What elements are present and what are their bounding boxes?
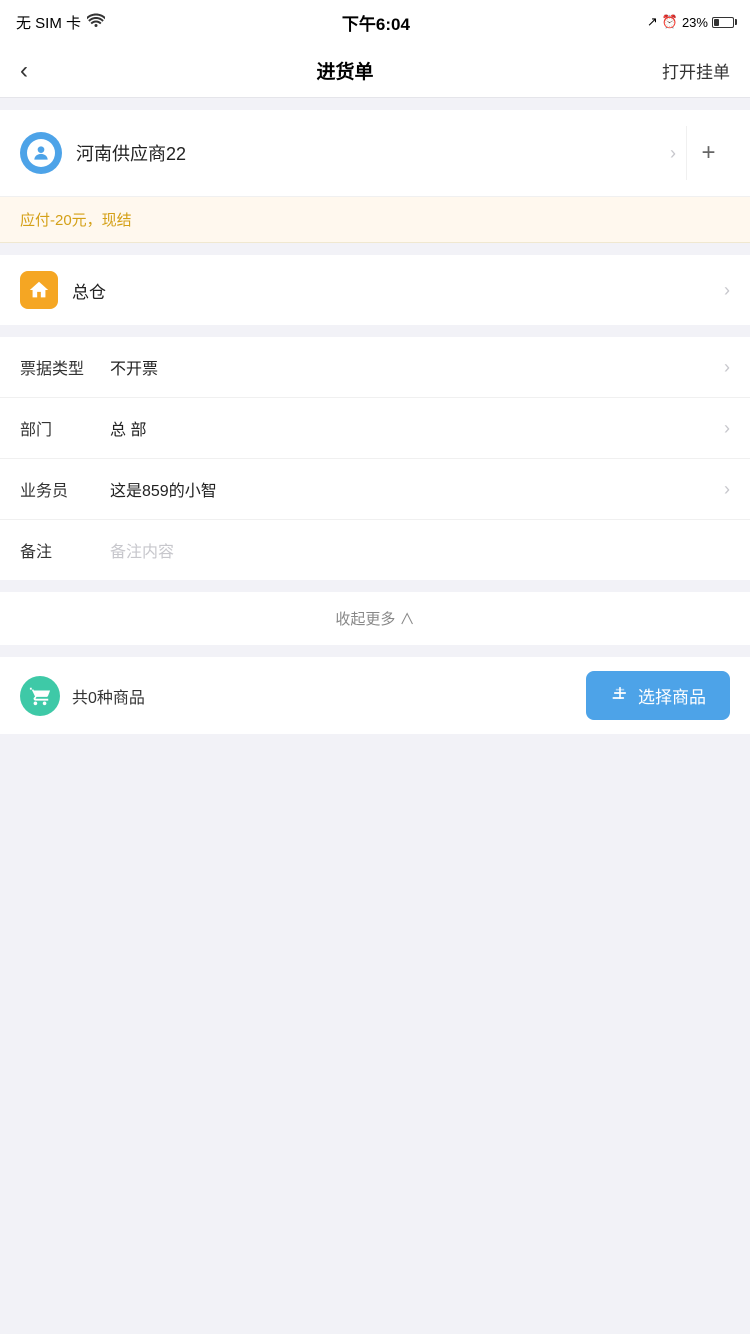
page-title: 进货单 [316, 57, 373, 84]
status-time: 下午6:04 [342, 10, 410, 35]
warehouse-name: 总仓 [72, 278, 724, 303]
warehouse-section: 总仓 › [0, 255, 750, 325]
avatar-icon [27, 139, 55, 167]
warehouse-icon [20, 271, 58, 309]
invoice-row[interactable]: 票据类型 不开票 › [0, 337, 750, 398]
dept-chevron-icon: › [724, 418, 730, 439]
sales-label: 业务员 [20, 477, 100, 501]
supplier-row[interactable]: 河南供应商22 › + [0, 110, 750, 197]
wifi-icon [87, 13, 105, 31]
sales-row[interactable]: 业务员 这是859的小智 › [0, 459, 750, 520]
alert-row: 应付-20元，现结 [0, 197, 750, 243]
select-product-label: 选择商品 [638, 683, 706, 708]
dept-label: 部门 [20, 416, 100, 440]
status-left: 无 SIM 卡 [16, 12, 105, 33]
collapse-row[interactable]: 收起更多 ∧ [0, 592, 750, 645]
sales-value: 这是859的小智 [100, 477, 724, 501]
status-bar: 无 SIM 卡 下午6:04 ↗ ⏰ 23% [0, 0, 750, 44]
section-gap-2 [0, 243, 750, 255]
dept-value: 总 部 [100, 416, 724, 440]
product-count-wrap: 共0种商品 [20, 676, 145, 716]
alarm-icon: ⏰ [662, 14, 678, 30]
warehouse-chevron-icon: › [724, 280, 730, 301]
section-gap-1 [0, 98, 750, 110]
supplier-name: 河南供应商22 [76, 140, 670, 166]
location-icon: ↗ [647, 14, 658, 30]
sales-chevron-icon: › [724, 479, 730, 500]
status-right: ↗ ⏰ 23% [647, 14, 734, 30]
select-product-icon [610, 683, 630, 708]
remark-row[interactable]: 备注 备注内容 [0, 520, 750, 580]
collapse-label: 收起更多 ∧ [335, 608, 414, 629]
battery-pct: 23% [682, 15, 708, 30]
warehouse-row[interactable]: 总仓 › [0, 255, 750, 325]
alert-text: 应付-20元，现结 [20, 212, 132, 229]
product-count-text: 共0种商品 [72, 684, 145, 708]
dept-row[interactable]: 部门 总 部 › [0, 398, 750, 459]
nav-bar: ‹ 进货单 打开挂单 [0, 44, 750, 98]
supplier-chevron-icon: › [670, 143, 676, 164]
bottom-bar: 共0种商品 选择商品 [0, 657, 750, 734]
add-supplier-button[interactable]: + [686, 126, 730, 180]
battery-icon [712, 17, 734, 28]
remark-input[interactable]: 备注内容 [100, 538, 730, 562]
invoice-label: 票据类型 [20, 355, 100, 379]
back-button[interactable]: ‹ [20, 57, 28, 85]
product-icon [20, 676, 60, 716]
supplier-avatar [20, 132, 62, 174]
carrier-label: 无 SIM 卡 [16, 12, 81, 33]
open-pending-button[interactable]: 打开挂单 [662, 58, 730, 83]
remark-label: 备注 [20, 538, 100, 562]
invoice-chevron-icon: › [724, 357, 730, 378]
select-product-button[interactable]: 选择商品 [586, 671, 730, 720]
form-section: 票据类型 不开票 › 部门 总 部 › 业务员 这是859的小智 › 备注 备注… [0, 337, 750, 580]
invoice-value: 不开票 [100, 355, 724, 379]
supplier-section: 河南供应商22 › + 应付-20元，现结 [0, 110, 750, 243]
